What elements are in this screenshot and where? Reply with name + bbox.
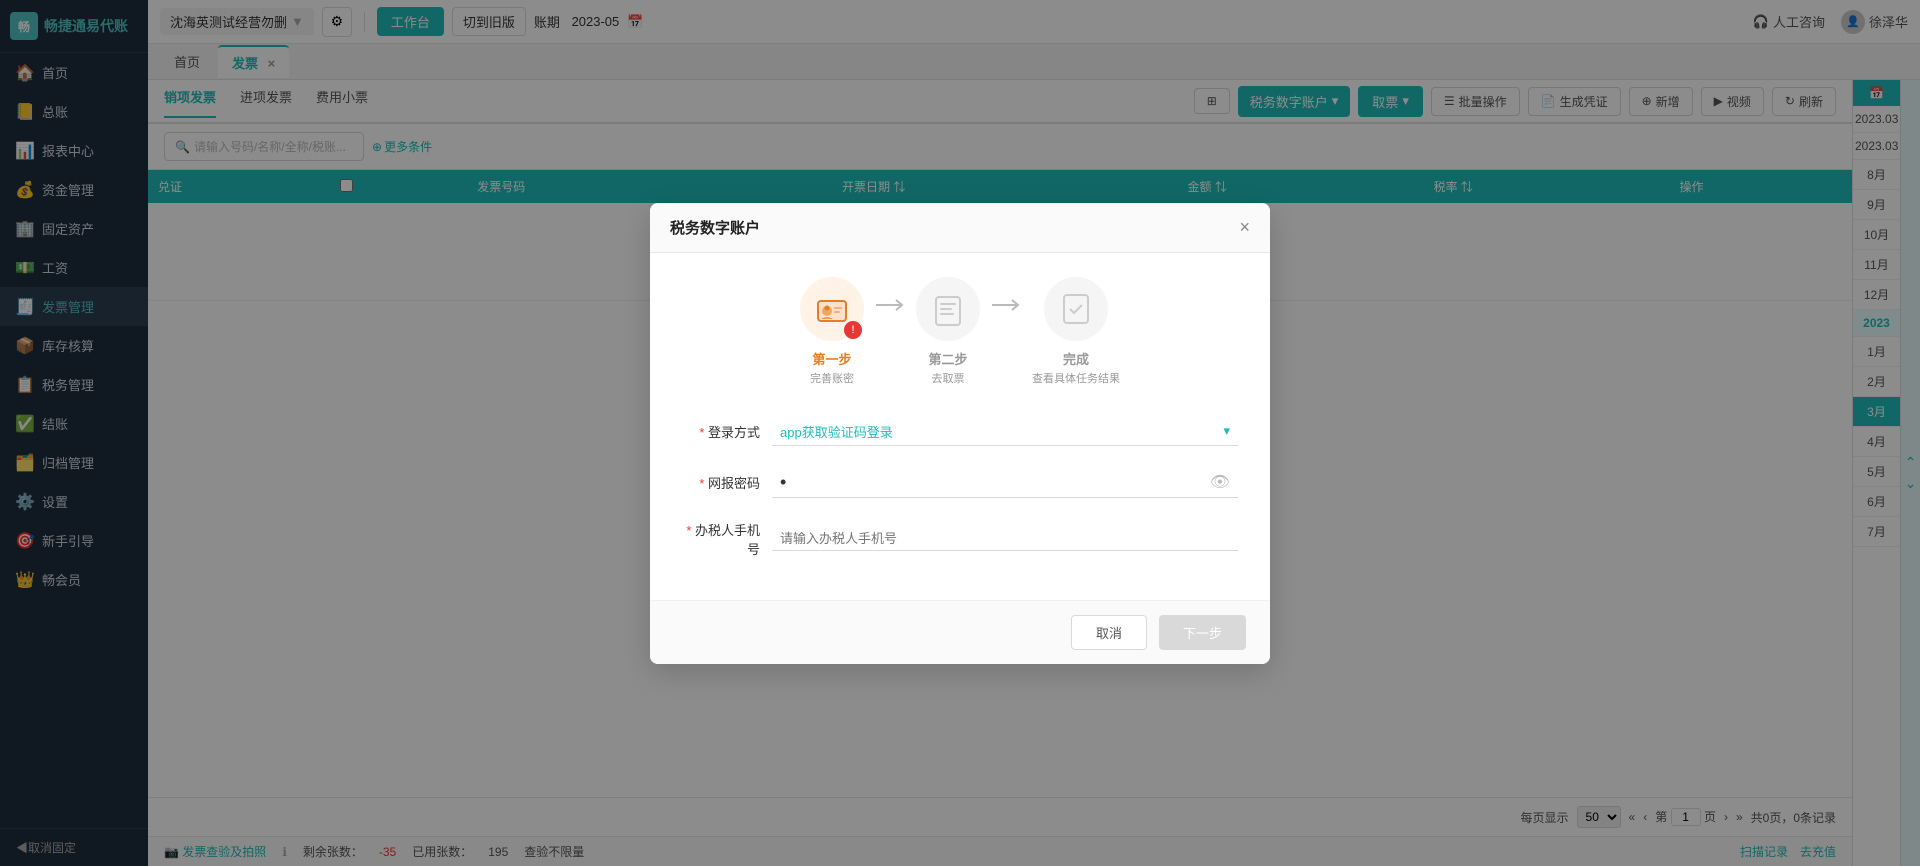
step-3: 完成 查看具体任务结果 [1032, 277, 1120, 386]
step-3-label: 完成 [1063, 349, 1089, 368]
modal-header: 税务数字账户 × [650, 203, 1270, 253]
step-arrow-1 [864, 297, 916, 313]
phone-label: 办税人手机号 [682, 520, 772, 558]
modal-title: 税务数字账户 [670, 217, 760, 238]
password-label: 网报密码 [682, 473, 772, 492]
step-1-badge: ! [844, 321, 862, 339]
arrow-2-icon [990, 297, 1022, 313]
step-1: ! 第一步 完善账密 [800, 277, 864, 386]
login-method-row: 登录方式 app获取验证码登录 ▾ [682, 418, 1238, 446]
login-method-select[interactable]: app获取验证码登录 ▾ [772, 418, 1238, 446]
modal-footer: 取消 下一步 [650, 600, 1270, 664]
step-2-icon-wrap [916, 277, 980, 341]
modal-overlay: 税务数字账户 × [0, 0, 1920, 866]
modal-body: ! 第一步 完善账密 [650, 253, 1270, 600]
select-arrow-icon: ▾ [1223, 423, 1230, 439]
password-input[interactable] [780, 472, 1210, 493]
step-2: 第二步 去取票 [916, 277, 980, 386]
password-row: 网报密码 👁 [682, 468, 1238, 498]
step-2-icon [930, 291, 966, 327]
step-1-icon [814, 291, 850, 327]
next-button[interactable]: 下一步 [1159, 615, 1246, 650]
step-2-label: 第二步 [928, 349, 967, 368]
step-1-desc: 完善账密 [810, 370, 854, 386]
step-arrow-2 [980, 297, 1032, 313]
login-method-label: 登录方式 [682, 422, 772, 441]
arrow-1-icon [874, 297, 906, 313]
step-1-label: 第一步 [812, 349, 851, 368]
phone-input[interactable] [772, 527, 1238, 551]
password-eye-icon[interactable]: 👁 [1210, 472, 1230, 492]
modal-close-button[interactable]: × [1239, 217, 1250, 238]
phone-row: 办税人手机号 [682, 520, 1238, 558]
cancel-button[interactable]: 取消 [1071, 615, 1147, 650]
steps-container: ! 第一步 完善账密 [682, 277, 1238, 386]
step-2-desc: 去取票 [932, 370, 965, 386]
step-3-icon-wrap [1044, 277, 1108, 341]
password-field[interactable]: 👁 [772, 468, 1238, 498]
step-3-icon [1058, 291, 1094, 327]
tax-digital-account-modal: 税务数字账户 × [650, 203, 1270, 664]
step-1-icon-wrap: ! [800, 277, 864, 341]
step-3-desc: 查看具体任务结果 [1032, 370, 1120, 386]
